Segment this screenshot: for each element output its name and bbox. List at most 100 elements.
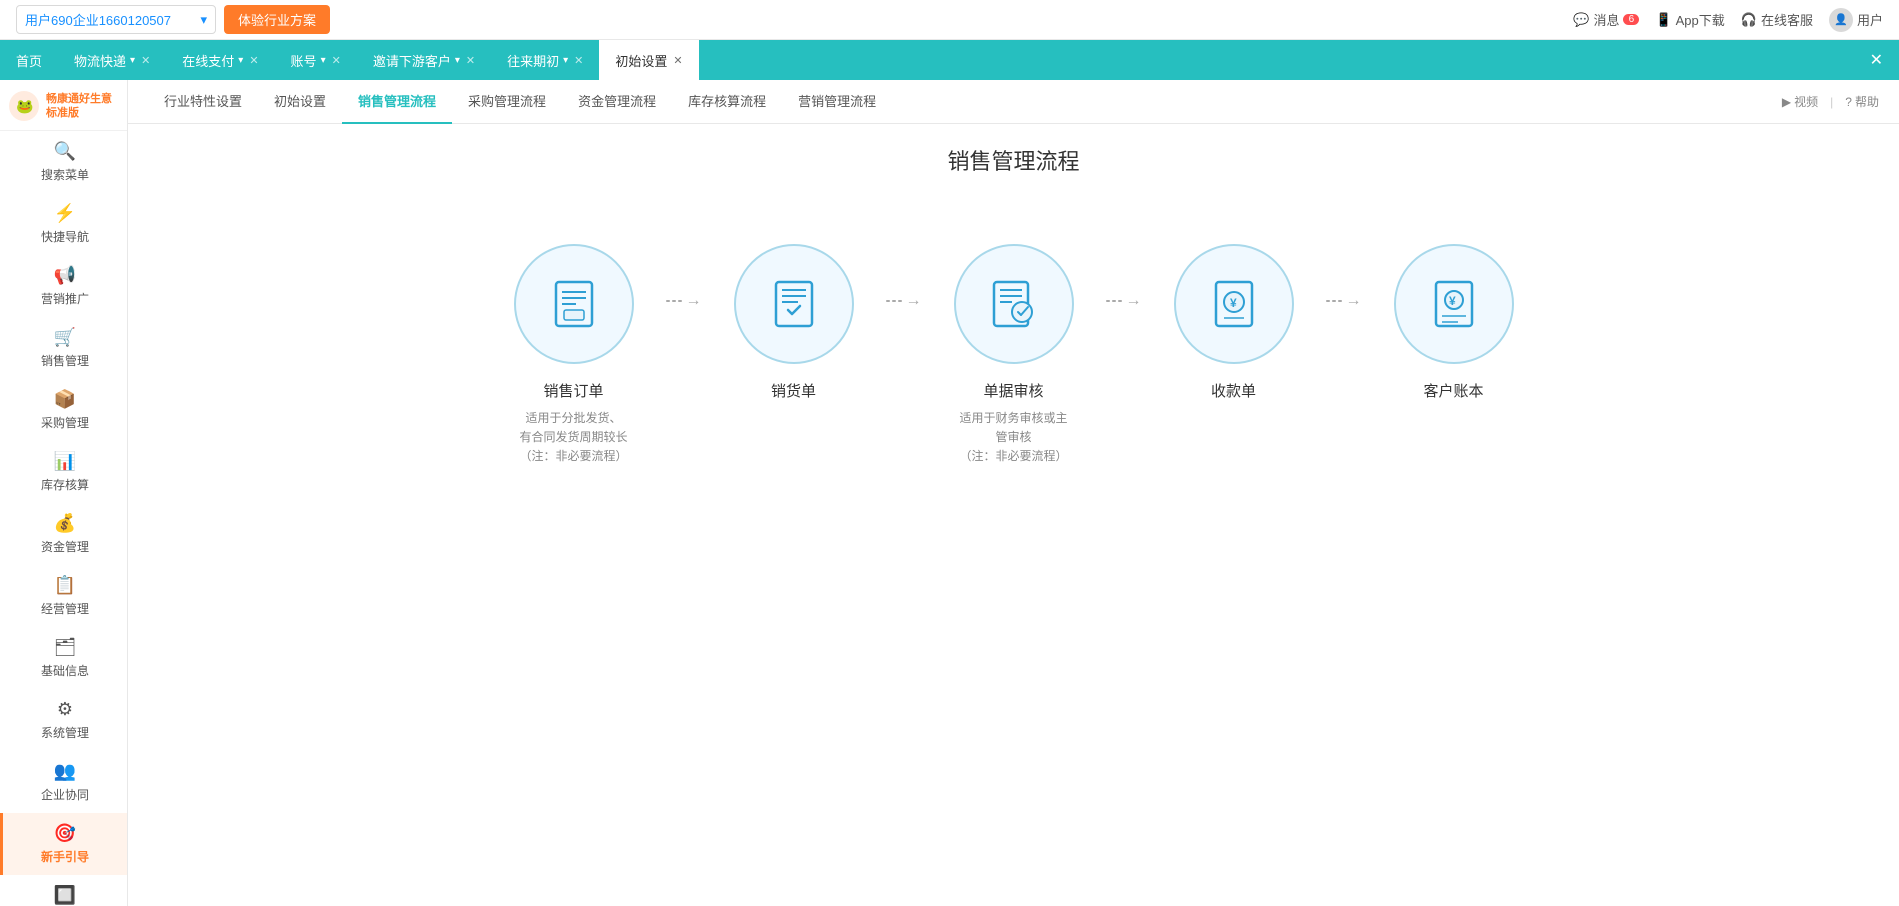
flow-label-sales-order: 销售订单 (543, 380, 603, 401)
video-icon: ▶ (1782, 95, 1791, 109)
sidebar-item-finance[interactable]: 💰 资金管理 (0, 503, 127, 565)
sidebar-item-sales[interactable]: 🛒 销售管理 (0, 317, 127, 379)
arrow-2: → (874, 244, 934, 310)
nav-tab-logistics[interactable]: 物流快递 ▾ ✕ (58, 40, 166, 80)
finance-icon: 💰 (54, 513, 76, 534)
flow-step-receipt: ¥ 收款单 (1154, 244, 1314, 409)
chevron-down-icon: ▾ (238, 55, 243, 66)
video-link[interactable]: ▶ 视频 (1782, 93, 1818, 110)
sidebar-logo: 🐸 畅康通好生意 标准版 (0, 80, 127, 131)
service-icon: 🎧 (1741, 12, 1757, 28)
close-icon[interactable]: ✕ (249, 54, 258, 67)
sidebar-item-marketing[interactable]: 📢 营销推广 (0, 255, 127, 317)
nav-tab-initial-setup[interactable]: 初始设置 ✕ (599, 40, 698, 80)
subtab-finance-flow[interactable]: 资金管理流程 (562, 80, 672, 124)
subtab-marketing-flow[interactable]: 营销管理流程 (782, 80, 892, 124)
guide-icon: 🎯 (54, 823, 76, 844)
user-label: 用户690企业1660120507 (25, 10, 171, 29)
flow-label-doc-review: 单据审核 (983, 380, 1043, 401)
sidebar: 🐸 畅康通好生意 标准版 🔍 搜索菜单 ⚡ 快捷导航 📢 营销推广 🛒 销售管理… (0, 80, 128, 906)
flow-circle-doc-review[interactable] (954, 244, 1074, 364)
top-bar-right: 💬 消息 6 📱 App下载 🎧 在线客服 👤 用户 (1573, 8, 1883, 32)
flow-circle-customer-account[interactable]: ¥ (1394, 244, 1514, 364)
info-icon: 🗂 (54, 637, 77, 658)
flow-step-customer-account: ¥ 客户账本 (1374, 244, 1534, 409)
subtab-sales-flow[interactable]: 销售管理流程 (342, 80, 452, 124)
help-link[interactable]: ? 帮助 (1845, 93, 1879, 110)
subtab-purchase-flow[interactable]: 采购管理流程 (452, 80, 562, 124)
flow-circle-sales-order[interactable] (514, 244, 634, 364)
arrow-3: → (1094, 244, 1154, 310)
sidebar-item-enterprise-collab[interactable]: 👥 企业协同 (0, 751, 127, 813)
close-icon[interactable]: ✕ (574, 54, 583, 67)
receipt-icon: ¥ (1206, 276, 1262, 332)
sales-delivery-icon (766, 276, 822, 332)
sidebar-item-quick-nav[interactable]: ⚡ 快捷导航 (0, 193, 127, 255)
online-service-button[interactable]: 🎧 在线客服 (1741, 10, 1813, 29)
page-title: 销售管理流程 (168, 144, 1859, 176)
operations-icon: 📋 (54, 575, 76, 596)
page-content: 销售管理流程 销售订单 适用于分批发货、有合同 (128, 124, 1899, 906)
sidebar-item-system[interactable]: ⚙ 系统管理 (0, 689, 127, 751)
arrow-4: → (1314, 244, 1374, 310)
flow-circle-receipt[interactable]: ¥ (1174, 244, 1294, 364)
svg-text:¥: ¥ (1449, 294, 1456, 308)
flow-diagram: 销售订单 适用于分批发货、有合同发货周期较长（注：非必要流程） → (168, 224, 1859, 507)
flow-desc-doc-review: 适用于财务审核或主管审核（注：非必要流程） (959, 409, 1067, 467)
close-all-tabs-button[interactable]: ✕ (1862, 50, 1891, 70)
nav-tab-payment[interactable]: 在线支付 ▾ ✕ (166, 40, 274, 80)
svg-text:🐸: 🐸 (16, 98, 33, 114)
nav-tab-account[interactable]: 账号 ▾ ✕ (275, 40, 357, 80)
main-content: 行业特性设置 初始设置 销售管理流程 采购管理流程 资金管理流程 库存核算流程 (128, 80, 1899, 906)
flow-circle-sales-delivery[interactable] (734, 244, 854, 364)
user-avatar-button[interactable]: 👤 用户 (1829, 8, 1883, 32)
flash-icon: ⚡ (54, 203, 76, 224)
flow-label-customer-account: 客户账本 (1423, 380, 1483, 401)
purchase-icon: 📦 (54, 389, 76, 410)
sales-icon: 🛒 (54, 327, 76, 348)
chevron-down-icon: ▾ (130, 55, 135, 66)
nav-tabs: 首页 物流快递 ▾ ✕ 在线支付 ▾ ✕ 账号 ▾ ✕ 邀请下游客户 ▾ ✕ 往… (0, 40, 1899, 80)
nav-tab-home[interactable]: 首页 (0, 40, 58, 80)
message-button[interactable]: 💬 消息 6 (1573, 10, 1639, 29)
logo-icon: 🐸 (8, 90, 40, 122)
app-icon: 🔲 (54, 885, 76, 906)
sidebar-item-purchase[interactable]: 📦 采购管理 (0, 379, 127, 441)
marketing-icon: 📢 (54, 265, 76, 286)
close-icon[interactable]: ✕ (466, 54, 475, 67)
flow-desc-sales-order: 适用于分批发货、有合同发货周期较长（注：非必要流程） (519, 409, 627, 467)
download-icon: 📱 (1655, 12, 1671, 28)
sidebar-item-basic-info[interactable]: 🗂 基础信息 (0, 627, 127, 689)
close-icon[interactable]: ✕ (141, 54, 150, 67)
sidebar-item-app-center[interactable]: 🔲 应用中心 (0, 875, 127, 906)
subtab-initial[interactable]: 初始设置 (258, 80, 342, 124)
nav-tab-invite[interactable]: 邀请下游客户 ▾ ✕ (357, 40, 491, 80)
subtab-industry[interactable]: 行业特性设置 (148, 80, 258, 124)
sidebar-item-operations[interactable]: 📋 经营管理 (0, 565, 127, 627)
top-bar-left: 用户690企业1660120507 ▾ 体验行业方案 (16, 5, 330, 34)
chevron-down-icon: ▾ (455, 55, 460, 66)
customer-account-icon: ¥ (1426, 276, 1482, 332)
doc-review-icon (986, 276, 1042, 332)
flow-step-sales-delivery: 销货单 (714, 244, 874, 409)
close-icon[interactable]: ✕ (332, 54, 341, 67)
layout: 🐸 畅康通好生意 标准版 🔍 搜索菜单 ⚡ 快捷导航 📢 营销推广 🛒 销售管理… (0, 80, 1899, 906)
close-icon[interactable]: ✕ (673, 54, 682, 67)
svg-text:¥: ¥ (1230, 296, 1237, 310)
nav-tab-period[interactable]: 往来期初 ▾ ✕ (491, 40, 599, 80)
flow-step-doc-review: 单据审核 适用于财务审核或主管审核（注：非必要流程） (934, 244, 1094, 467)
user-selector[interactable]: 用户690企业1660120507 ▾ (16, 5, 216, 34)
sidebar-item-search[interactable]: 🔍 搜索菜单 (0, 131, 127, 193)
sidebar-item-newbie-guide[interactable]: 🎯 新手引导 (0, 813, 127, 875)
logo-text: 畅康通好生意 标准版 (46, 92, 112, 121)
flow-step-sales-order: 销售订单 适用于分批发货、有合同发货周期较长（注：非必要流程） (494, 244, 654, 467)
sidebar-item-inventory[interactable]: 📊 库存核算 (0, 441, 127, 503)
inventory-icon: 📊 (54, 451, 76, 472)
app-download-button[interactable]: 📱 App下载 (1655, 10, 1724, 29)
search-icon: 🔍 (54, 141, 76, 162)
avatar: 👤 (1829, 8, 1853, 32)
trial-button[interactable]: 体验行业方案 (224, 5, 330, 34)
gear-icon: ⚙ (57, 699, 73, 720)
subtab-inventory-flow[interactable]: 库存核算流程 (672, 80, 782, 124)
top-bar: 用户690企业1660120507 ▾ 体验行业方案 💬 消息 6 📱 App下… (0, 0, 1899, 40)
